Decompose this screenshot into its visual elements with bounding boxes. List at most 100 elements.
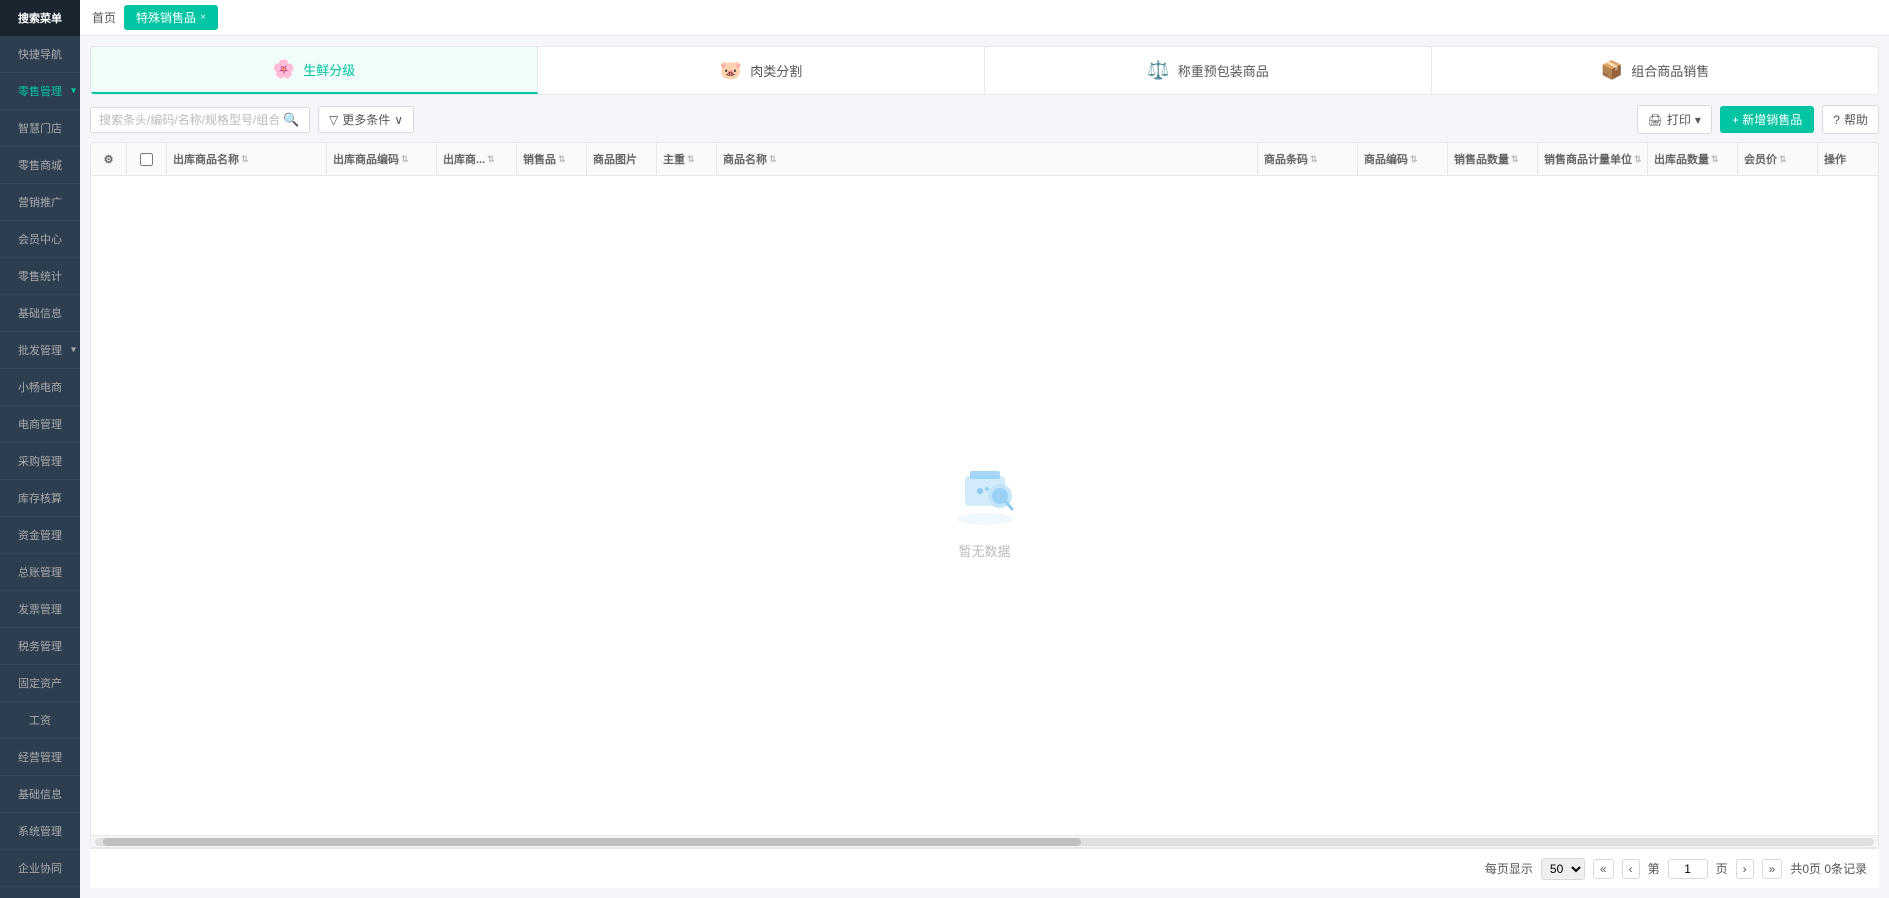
sidebar-item-purchase[interactable]: 采购管理: [0, 443, 80, 480]
sort-icon-weight: ⇅: [687, 154, 695, 165]
sort-icon-name: ⇅: [769, 154, 777, 165]
topbar: 首页 特殊销售品 ×: [80, 0, 1889, 36]
filter-label: 更多条件: [342, 111, 390, 128]
th-name-label: 商品名称: [723, 151, 767, 167]
sidebar-item-fixedasset[interactable]: 固定资产: [0, 665, 80, 702]
first-page-button[interactable]: «: [1593, 859, 1614, 879]
help-icon: ?: [1833, 113, 1840, 127]
sidebar-item-quicknav[interactable]: 快捷导航: [0, 36, 80, 73]
filter-icon: ▽: [329, 113, 338, 127]
th-qty[interactable]: 销售品数量 ⇅: [1448, 143, 1538, 175]
sort-icon-outlet-name: ⇅: [241, 154, 249, 165]
cat-tab-weigh[interactable]: ⚖️ 称重预包装商品: [985, 47, 1432, 94]
last-page-button[interactable]: »: [1762, 859, 1783, 879]
search-input[interactable]: [99, 113, 279, 127]
sort-icon-sku: ⇅: [1410, 154, 1418, 165]
select-all-checkbox[interactable]: [140, 153, 153, 166]
table-header: ⚙ 出库商品名称 ⇅ 出库商品编码 ⇅ 出库商... ⇅ 销售品: [91, 143, 1878, 176]
sidebar-item-enterprise[interactable]: 企业协同: [0, 850, 80, 887]
sidebar-item-ecommercemanage[interactable]: 电商管理: [0, 406, 80, 443]
help-label: 帮助: [1844, 111, 1868, 128]
sidebar-item-tax[interactable]: 税务管理: [0, 628, 80, 665]
pagination: 每页显示 50 « ‹ 第 页 › » 共0页 0条记录: [90, 848, 1879, 888]
filter-button[interactable]: ▽ 更多条件 ∨: [318, 106, 414, 133]
th-sale[interactable]: 销售品 ⇅: [517, 143, 587, 175]
prev-page-button[interactable]: ‹: [1622, 859, 1640, 879]
sidebar-item-guide[interactable]: 新手引导: [0, 887, 80, 898]
meat-icon: 🐷: [720, 60, 742, 81]
sidebar-item-wholesale[interactable]: 批发管理: [0, 332, 80, 369]
th-setting[interactable]: ⚙: [91, 143, 127, 175]
th-outlet-code[interactable]: 出库商品编码 ⇅: [327, 143, 437, 175]
sidebar-item-bizmanage[interactable]: 经营管理: [0, 739, 80, 776]
main-content: 首页 特殊销售品 × 🌸 生鲜分级 🐷 肉类分割 ⚖️ 称重预包装商品 📦 组合…: [80, 0, 1889, 898]
sidebar-item-miniapp[interactable]: 小畅电商: [0, 369, 80, 406]
toolbar-left: 🔍 ▽ 更多条件 ∨: [90, 106, 414, 133]
th-unit[interactable]: 销售商品计量单位 ⇅: [1538, 143, 1648, 175]
combo-icon: 📦: [1601, 60, 1623, 81]
th-outlet-spec[interactable]: 出库商... ⇅: [437, 143, 517, 175]
sidebar-logo[interactable]: 搜索菜单: [0, 0, 80, 36]
sidebar-item-retailmall[interactable]: 零售商城: [0, 147, 80, 184]
sidebar-item-salary[interactable]: 工资: [0, 702, 80, 739]
new-label: + 新增销售品: [1732, 111, 1802, 128]
print-button[interactable]: 🖨 打印 ▾: [1637, 105, 1712, 134]
cat-tab-fresh[interactable]: 🌸 生鲜分级: [91, 47, 538, 94]
sidebar-item-ledger[interactable]: 总账管理: [0, 554, 80, 591]
sort-icon-qty: ⇅: [1511, 154, 1519, 165]
cat-tab-meat[interactable]: 🐷 肉类分割: [538, 47, 985, 94]
search-icon[interactable]: 🔍: [283, 112, 299, 128]
sidebar-item-basicinfo2[interactable]: 基础信息: [0, 776, 80, 813]
breadcrumb-home[interactable]: 首页: [92, 9, 116, 26]
active-tab[interactable]: 特殊销售品 ×: [124, 5, 218, 30]
sidebar-item-marketing[interactable]: 营销推广: [0, 184, 80, 221]
th-sku[interactable]: 商品编码 ⇅: [1358, 143, 1448, 175]
sidebar-item-finance[interactable]: 资金管理: [0, 517, 80, 554]
th-barcode[interactable]: 商品条码 ⇅: [1258, 143, 1358, 175]
next-page-button[interactable]: ›: [1736, 859, 1754, 879]
page-unit: 页: [1716, 860, 1728, 877]
th-outlet-name-label: 出库商品名称: [173, 151, 239, 167]
cat-tab-combo[interactable]: 📦 组合商品销售: [1432, 47, 1878, 94]
sidebar-item-retailstat[interactable]: 零售统计: [0, 258, 80, 295]
sidebar-item-sysmanage[interactable]: 系统管理: [0, 813, 80, 850]
empty-illustration: [945, 451, 1025, 531]
print-arrow-icon: ▾: [1695, 113, 1701, 127]
sidebar-item-member[interactable]: 会员中心: [0, 221, 80, 258]
filter-arrow-icon: ∨: [394, 113, 403, 127]
th-checkbox[interactable]: [127, 143, 167, 175]
sidebar-item-inventory[interactable]: 库存核算: [0, 480, 80, 517]
sidebar-item-invoice[interactable]: 发票管理: [0, 591, 80, 628]
weigh-icon: ⚖️: [1147, 60, 1169, 81]
total-label: 共0页 0条记录: [1790, 860, 1867, 877]
fresh-icon: 🌸: [273, 59, 295, 80]
th-barcode-label: 商品条码: [1264, 151, 1308, 167]
active-tab-label: 特殊销售品: [136, 9, 196, 26]
page-input[interactable]: [1668, 859, 1708, 879]
per-page-select[interactable]: 50: [1541, 858, 1585, 880]
sidebar-item-basicinfo1[interactable]: 基础信息: [0, 295, 80, 332]
th-weight[interactable]: 主重 ⇅: [657, 143, 717, 175]
th-action: 操作: [1818, 143, 1878, 175]
th-sale-label: 销售品: [523, 151, 556, 167]
sidebar-item-smartstore[interactable]: 智慧门店: [0, 110, 80, 147]
horizontal-scrollbar[interactable]: [91, 835, 1878, 847]
scroll-track: [95, 838, 1874, 846]
th-member-price-label: 会员价: [1744, 151, 1777, 167]
th-member-price[interactable]: 会员价 ⇅: [1738, 143, 1818, 175]
th-qty-label: 销售品数量: [1454, 151, 1509, 167]
tab-close-icon[interactable]: ×: [200, 12, 206, 23]
sort-icon-sale: ⇅: [558, 154, 566, 165]
th-action-label: 操作: [1824, 151, 1846, 167]
new-button[interactable]: + 新增销售品: [1720, 106, 1814, 133]
search-box[interactable]: 🔍: [90, 107, 310, 133]
toolbar: 🔍 ▽ 更多条件 ∨ 🖨 打印 ▾ + 新增销售品 ?: [90, 105, 1879, 134]
th-outlet-code-label: 出库商品编码: [333, 151, 399, 167]
th-name[interactable]: 商品名称 ⇅: [717, 143, 1258, 175]
help-button[interactable]: ? 帮助: [1822, 105, 1879, 134]
th-outlet-name[interactable]: 出库商品名称 ⇅: [167, 143, 327, 175]
th-outlet-qty[interactable]: 出库品数量 ⇅: [1648, 143, 1738, 175]
th-img[interactable]: 商品图片: [587, 143, 657, 175]
print-label: 打印: [1667, 111, 1691, 128]
sidebar-item-retail[interactable]: 零售管理: [0, 73, 80, 110]
